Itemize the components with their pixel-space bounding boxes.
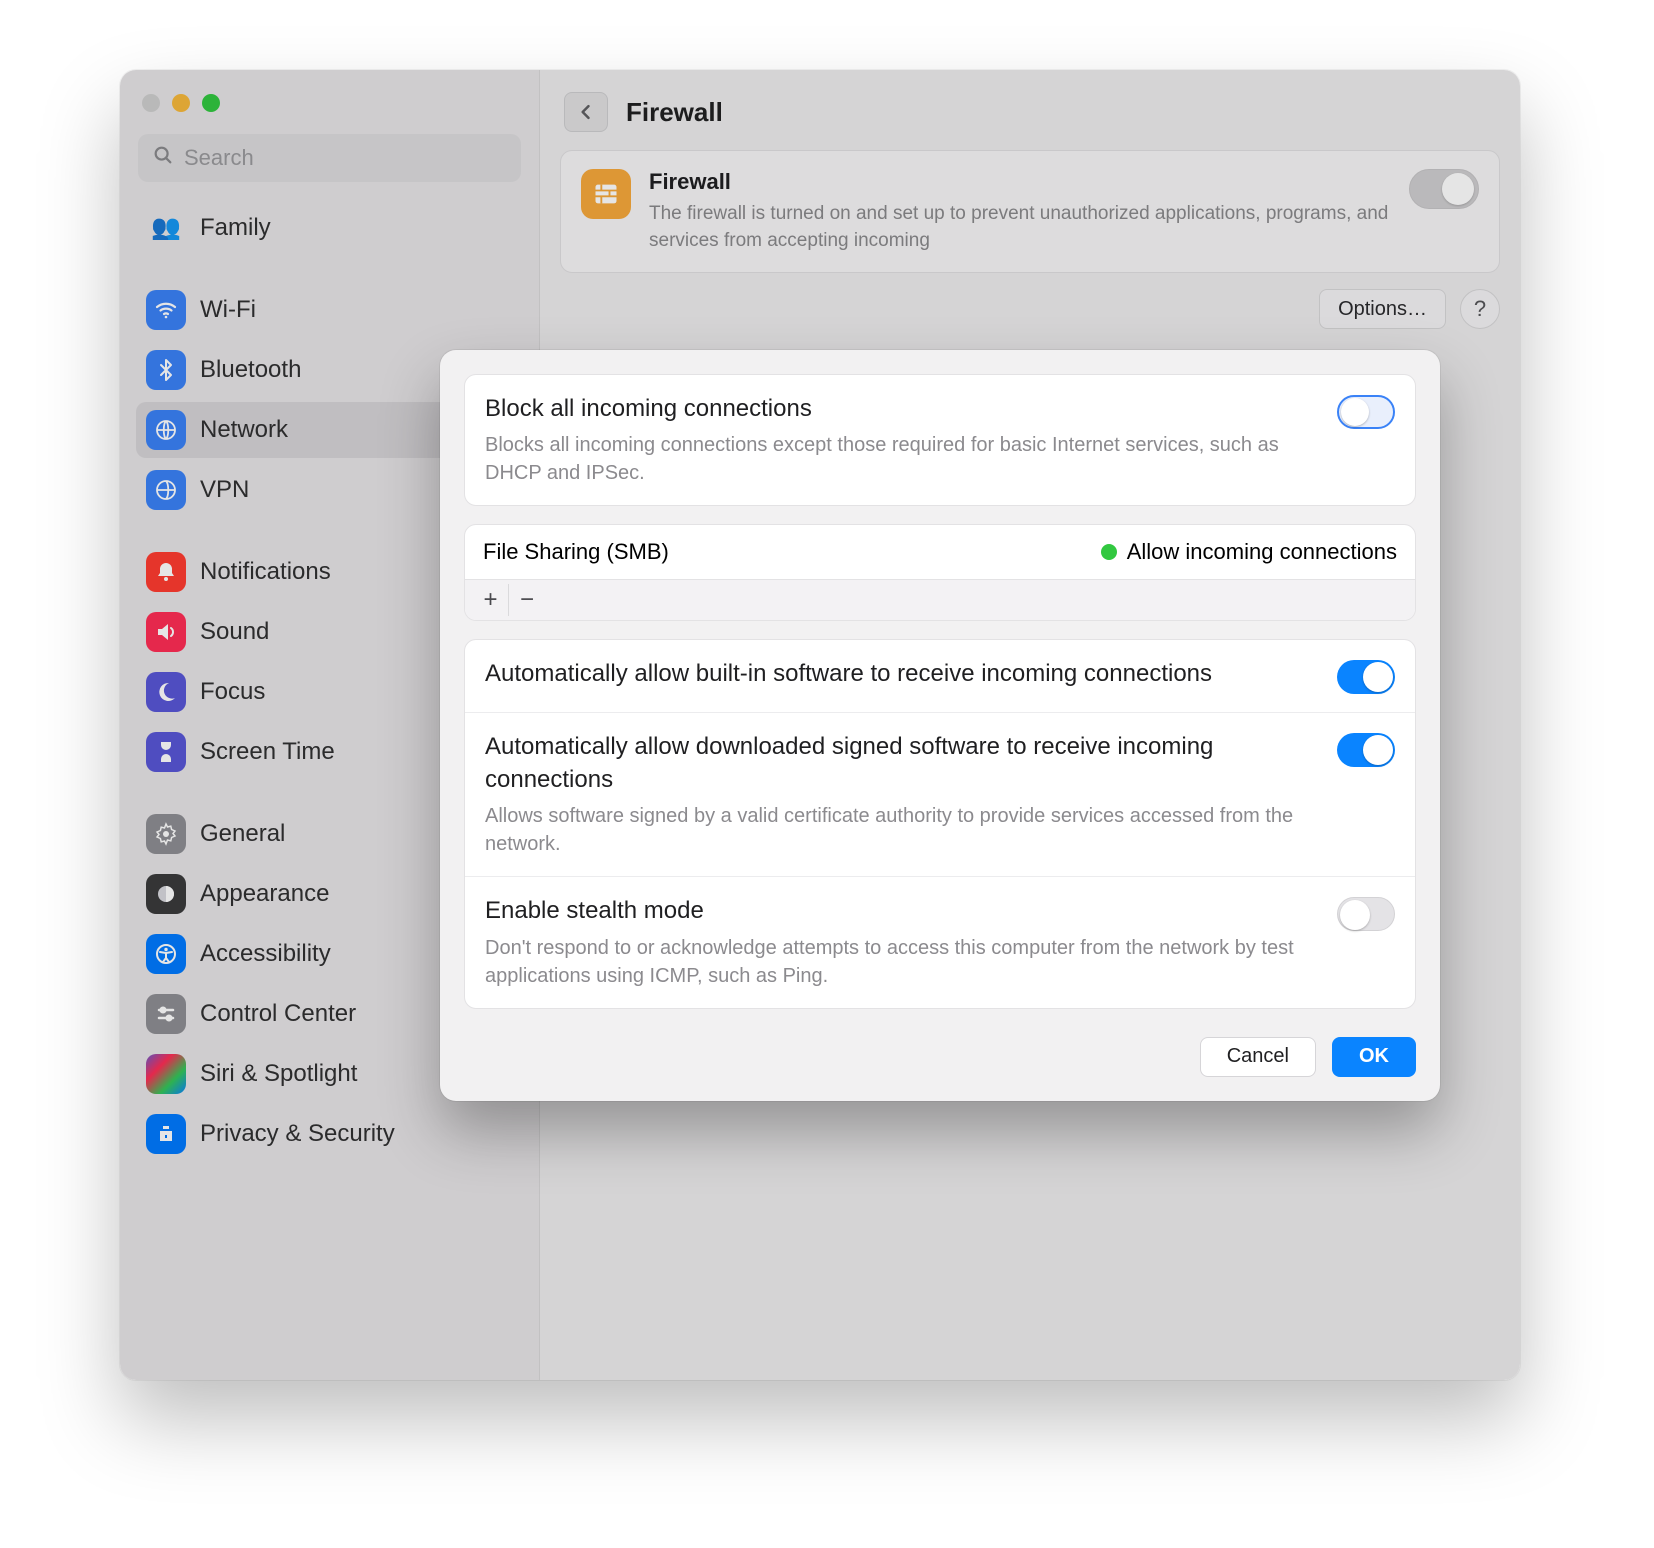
service-name: File Sharing (SMB) [483, 539, 669, 565]
status-dot-icon [1101, 544, 1117, 560]
settings-window: 👥 Family Wi-Fi Bluetooth Ne [120, 70, 1520, 1380]
stealth-desc: Don't respond to or acknowledge attempts… [485, 934, 1319, 990]
stealth-title: Enable stealth mode [485, 895, 1319, 927]
builtin-toggle[interactable] [1337, 660, 1395, 694]
allow-section: Automatically allow built-in software to… [464, 639, 1416, 1008]
ok-button[interactable]: OK [1332, 1037, 1416, 1077]
stealth-toggle[interactable] [1337, 897, 1395, 931]
service-tools: + − [465, 579, 1415, 620]
signed-title: Automatically allow downloaded signed so… [485, 731, 1319, 796]
services-section: File Sharing (SMB) Allow incoming connec… [464, 524, 1416, 621]
remove-service-button[interactable]: − [509, 584, 545, 616]
block-title: Block all incoming connections [485, 393, 1319, 425]
block-toggle[interactable] [1337, 395, 1395, 429]
firewall-options-dialog: Block all incoming connections Blocks al… [440, 350, 1440, 1101]
builtin-title: Automatically allow built-in software to… [485, 658, 1319, 690]
service-status: Allow incoming connections [1101, 539, 1397, 565]
cancel-button[interactable]: Cancel [1200, 1037, 1316, 1077]
service-status-label: Allow incoming connections [1127, 539, 1397, 565]
service-row[interactable]: File Sharing (SMB) Allow incoming connec… [465, 525, 1415, 579]
dialog-actions: Cancel OK [464, 1037, 1416, 1077]
block-section: Block all incoming connections Blocks al… [464, 374, 1416, 506]
signed-toggle[interactable] [1337, 733, 1395, 767]
signed-desc: Allows software signed by a valid certif… [485, 802, 1319, 858]
block-desc: Blocks all incoming connections except t… [485, 431, 1319, 487]
add-service-button[interactable]: + [473, 584, 509, 616]
